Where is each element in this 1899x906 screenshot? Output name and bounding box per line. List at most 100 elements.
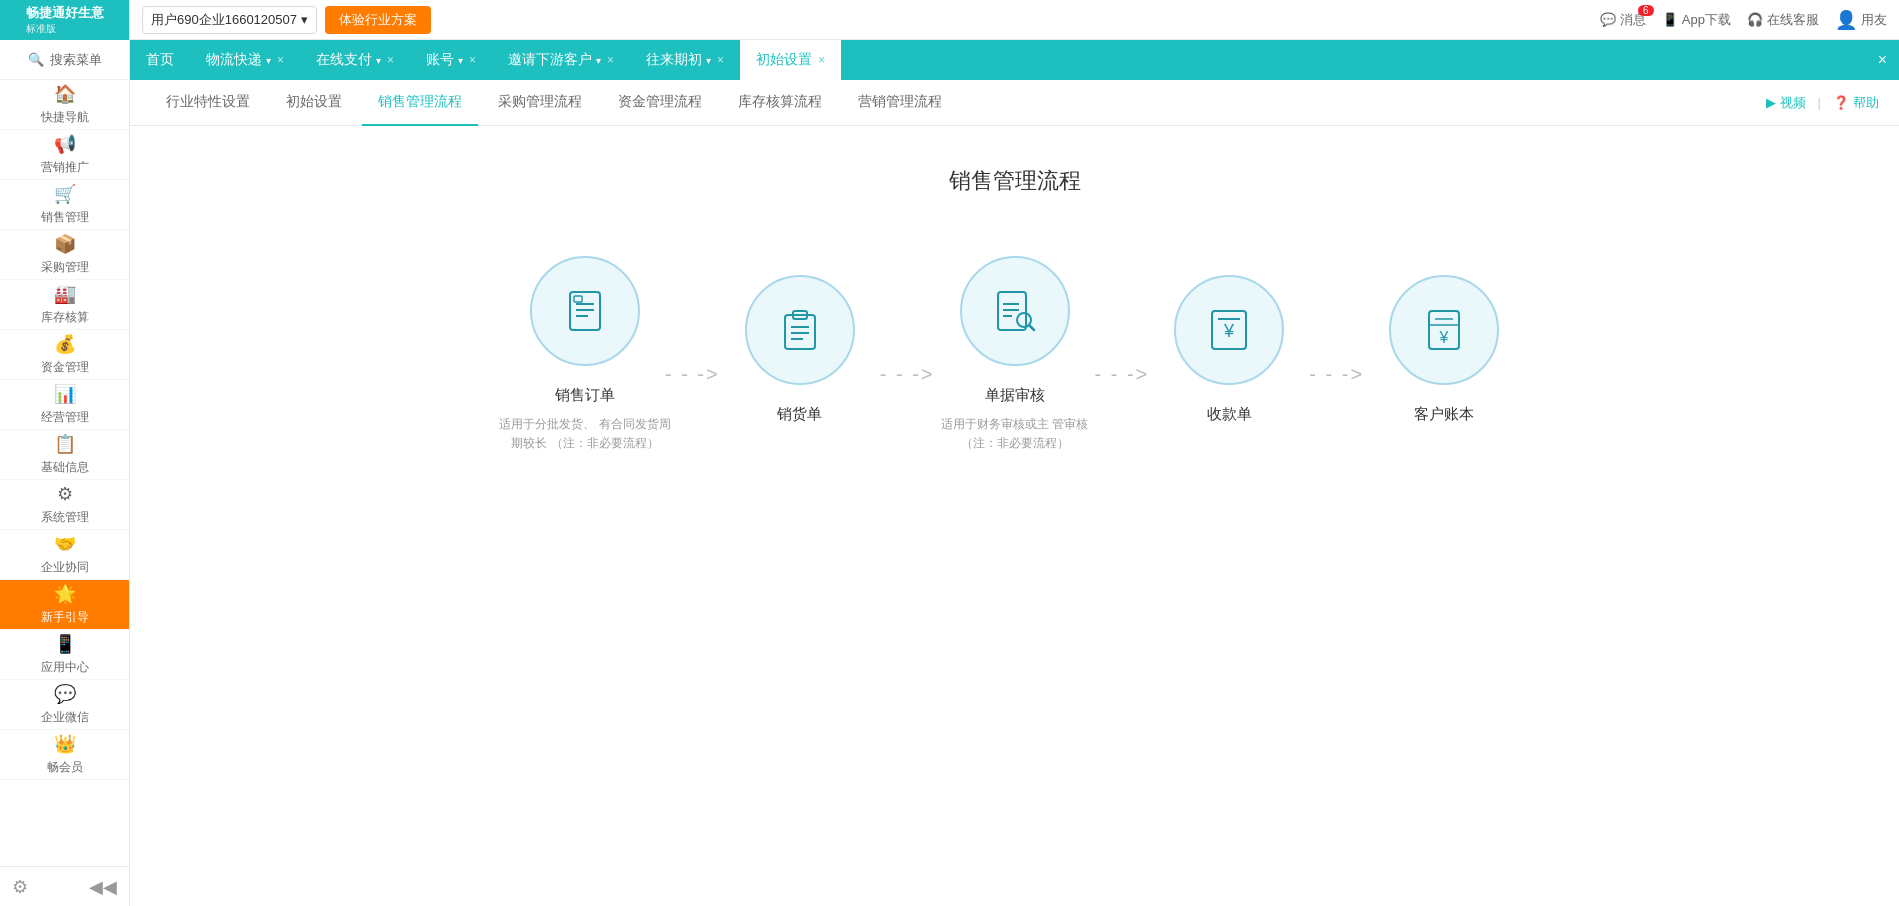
sub-tab-label-6: 营销管理流程 [858,93,942,111]
svg-rect-4 [574,296,582,302]
sidebar-item-12[interactable]: 💬企业微信 [0,680,129,730]
video-icon: ▶ [1766,95,1776,110]
nav-tab-arrow-4: ▾ [596,55,601,66]
close-all-tabs[interactable]: × [1866,51,1899,69]
nav-tab-close-2[interactable]: × [387,53,394,67]
sidebar-item-10[interactable]: 🌟新手引导 [0,580,129,630]
top-bar: 用户690企业1660120507 ▾ 体验行业方案 💬 消息 6 📱 App下… [130,0,1899,40]
user-label: 用户690企业1660120507 [151,11,297,29]
top-bar-right: 💬 消息 6 📱 App下载 🎧 在线客服 👤 用友 [1600,9,1887,31]
nav-tab-arrow-5: ▾ [706,55,711,66]
sub-tab-label-0: 行业特性设置 [166,93,250,111]
service-label: 在线客服 [1767,11,1819,29]
sub-tab-label-3: 采购管理流程 [498,93,582,111]
nav-tab-5[interactable]: 往来期初▾× [630,40,740,80]
sidebar-item-9[interactable]: 🤝企业协同 [0,530,129,580]
sidebar-label-8: 系统管理 [41,509,89,526]
sub-tab-5[interactable]: 库存核算流程 [722,80,838,126]
sidebar-item-4[interactable]: 🏭库存核算 [0,280,129,330]
sub-tabs: 行业特性设置 初始设置 销售管理流程 采购管理流程 资金管理流程 库存核算流程 营销管理流程… [130,80,1899,126]
app-icon: 📱 [1662,12,1678,27]
flow-step-4[interactable]: ¥ 客户账本 [1354,275,1534,434]
sidebar-item-5[interactable]: 💰资金管理 [0,330,129,380]
sidebar-icon-7: 📋 [54,433,76,455]
user-avatar[interactable]: 👤 用友 [1835,9,1887,31]
sidebar-item-6[interactable]: 📊 经营管理 [0,380,129,430]
nav-tabs: 首页物流快递▾×在线支付▾×账号▾×邀请下游客户▾×往来期初▾×初始设置×× [130,40,1899,80]
sidebar-icon-6: 📊 [54,383,76,405]
sidebar-icon-1: 📢 [54,133,76,155]
logo-line1: 畅捷通好生意 [26,4,104,22]
sub-tab-1[interactable]: 初始设置 [270,80,358,126]
sub-tab-6[interactable]: 营销管理流程 [842,80,958,126]
flow-step-2[interactable]: 单据审核适用于财务审核或主 管审核 （注：非必要流程） [925,256,1105,453]
flow-circle-0 [530,256,640,366]
app-download-item[interactable]: 📱 App下载 [1662,11,1731,29]
sidebar-label-0: 快捷导航 [41,109,89,126]
sidebar-items: 🏠 快捷导航 📢营销推广🛒销售管理📦采购管理🏭库存核算💰资金管理 📊 经营管理 📋 基础信息… [0,80,129,866]
nav-tab-label-1: 物流快递 [206,51,262,69]
sidebar-item-0[interactable]: 🏠 快捷导航 [0,80,129,130]
nav-tab-6[interactable]: 初始设置× [740,40,841,80]
sidebar-label-12: 企业微信 [41,709,89,726]
nav-tab-4[interactable]: 邀请下游客户▾× [492,40,630,80]
flow-circle-3: ¥ [1174,275,1284,385]
svg-line-15 [1029,325,1034,330]
nav-tab-1[interactable]: 物流快递▾× [190,40,300,80]
sidebar-icon-0: 🏠 [54,83,76,105]
sidebar-item-13[interactable]: 👑畅会员 [0,730,129,780]
sidebar-item-11[interactable]: 📱应用中心 [0,630,129,680]
sub-tab-4[interactable]: 资金管理流程 [602,80,718,126]
sidebar-icon-5: 💰 [54,333,76,355]
nav-tab-arrow-3: ▾ [458,55,463,66]
main-content: 行业特性设置初始设置销售管理流程采购管理流程资金管理流程库存核算流程营销管理流程… [130,80,1899,906]
sidebar-label-2: 销售管理 [41,209,89,226]
app-label: App下载 [1682,11,1731,29]
nav-tab-label-3: 账号 [426,51,454,69]
sub-tab-3[interactable]: 采购管理流程 [482,80,598,126]
trial-button[interactable]: 体验行业方案 [325,6,431,34]
sidebar-item-8[interactable]: ⚙ 系统管理 [0,480,129,530]
sidebar-item-1[interactable]: 📢营销推广 [0,130,129,180]
svg-text:¥: ¥ [1223,321,1235,341]
collapse-icon[interactable]: ◀◀ [89,876,117,898]
service-item[interactable]: 🎧 在线客服 [1747,11,1819,29]
flow-step-name-4: 客户账本 [1414,405,1474,424]
nav-tab-close-4[interactable]: × [607,53,614,67]
message-item[interactable]: 💬 消息 6 [1600,11,1646,29]
sidebar-bottom: ⚙ ◀◀ [0,866,129,906]
settings-icon[interactable]: ⚙ [12,876,28,898]
sidebar-item-3[interactable]: 📦采购管理 [0,230,129,280]
nav-tab-label-0: 首页 [146,51,174,69]
sidebar-label-7: 基础信息 [41,459,89,476]
help-link[interactable]: ❓ 帮助 [1833,94,1879,112]
sub-tab-2[interactable]: 销售管理流程 [362,80,478,126]
nav-tab-close-5[interactable]: × [717,53,724,67]
nav-tab-close-1[interactable]: × [277,53,284,67]
flow-step-3[interactable]: ¥ 收款单 [1139,275,1319,434]
sub-tab-label-1: 初始设置 [286,93,342,111]
flow-title: 销售管理流程 [949,166,1081,196]
sub-tab-label-4: 资金管理流程 [618,93,702,111]
sub-tab-0[interactable]: 行业特性设置 [150,80,266,126]
sidebar-label-6: 经营管理 [41,409,89,426]
user-name: 用友 [1861,11,1887,29]
flow-step-0[interactable]: 销售订单适用于分批发货、 有合同发货周期较长 （注：非必要流程） [495,256,675,453]
search-icon: 🔍 [28,52,44,67]
nav-tab-2[interactable]: 在线支付▾× [300,40,410,80]
flow-step-1[interactable]: 销货单 [710,275,890,434]
nav-tab-3[interactable]: 账号 ▾ × [410,40,492,80]
sidebar-item-7[interactable]: 📋 基础信息 [0,430,129,480]
sidebar-item-2[interactable]: 🛒销售管理 [0,180,129,230]
flow-step-desc-2: 适用于财务审核或主 管审核 （注：非必要流程） [925,415,1105,453]
nav-tab-close-6[interactable]: × [818,53,825,67]
sidebar-search[interactable]: 🔍 搜索菜单 [0,40,129,80]
user-selector[interactable]: 用户690企业1660120507 ▾ [142,6,317,34]
nav-tab-0[interactable]: 首页 [130,40,190,80]
nav-tab-close-3[interactable]: × [469,53,476,67]
sidebar-icon-8: ⚙ [57,483,73,505]
video-link[interactable]: ▶ 视频 [1766,94,1806,112]
service-icon: 🎧 [1747,12,1763,27]
sidebar-icon-3: 📦 [54,233,76,255]
flow-area: 销售管理流程 销售订单适用于分批发货、 有合同发货周期较长 （注：非必要流程）-… [130,126,1899,493]
